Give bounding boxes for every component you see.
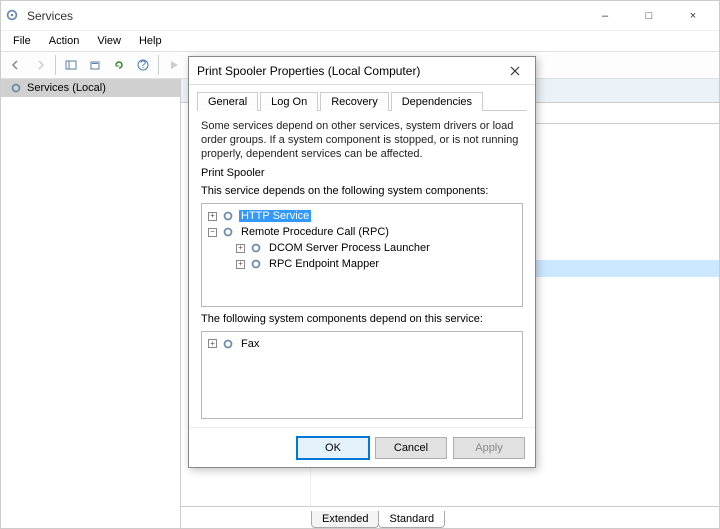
dialog-close-button[interactable] [503,61,527,81]
properties-dialog[interactable]: Print Spooler Properties (Local Computer… [188,56,536,468]
cancel-button[interactable]: Cancel [375,437,447,459]
expand-icon[interactable]: + [236,260,245,269]
gear-icon [221,225,235,239]
dependencies-description: Some services depend on other services, … [201,119,523,161]
dependents-tree[interactable]: + Fax [201,331,523,419]
minimize-button[interactable]: – [583,2,627,30]
tree-root-label: Services (Local) [27,82,106,94]
gear-icon [221,209,235,223]
svg-text:?: ? [140,59,146,71]
expand-icon[interactable]: + [208,212,217,221]
depends-on-label: This service depends on the following sy… [201,185,523,197]
apply-button[interactable]: Apply [453,437,525,459]
dialog-titlebar[interactable]: Print Spooler Properties (Local Computer… [189,57,535,85]
back-button[interactable] [5,54,27,76]
gear-icon [249,241,263,255]
dep-label: DCOM Server Process Launcher [267,242,432,254]
refresh-button[interactable] [108,54,130,76]
close-button[interactable]: × [671,2,715,30]
tab-recovery[interactable]: Recovery [320,92,388,111]
expand-icon[interactable]: + [208,339,217,348]
show-hide-button[interactable] [60,54,82,76]
tab-dependencies[interactable]: Dependencies [391,92,483,111]
maximize-button[interactable]: □ [627,2,671,30]
menu-help[interactable]: Help [131,33,170,49]
gear-icon [249,257,263,271]
dep-http-service[interactable]: + HTTP Service [206,208,518,224]
tab-logon[interactable]: Log On [260,92,318,111]
expand-icon[interactable]: + [236,244,245,253]
toolbar-separator [55,55,56,75]
ok-button[interactable]: OK [297,437,369,459]
menu-action[interactable]: Action [41,33,88,49]
dep-label: RPC Endpoint Mapper [267,258,381,270]
tab-extended[interactable]: Extended [311,511,379,528]
window-title: Services [27,9,583,23]
dep-label: Remote Procedure Call (RPC) [239,226,391,238]
dep-rpc[interactable]: − Remote Procedure Call (RPC) [206,224,518,240]
titlebar[interactable]: Services – □ × [1,1,719,31]
dep-label: HTTP Service [239,210,311,222]
export-button[interactable] [84,54,106,76]
tab-general[interactable]: General [197,92,258,111]
gear-icon [221,337,235,351]
dialog-service-name: Print Spooler [201,167,523,179]
start-button[interactable] [163,54,185,76]
bottom-tabs: Extended Standard [181,506,719,528]
dep-dcom[interactable]: + DCOM Server Process Launcher [206,240,518,256]
dep-label: Fax [239,338,261,350]
tree-services-local[interactable]: Services (Local) [1,79,180,97]
dep-fax[interactable]: + Fax [206,336,518,352]
dependents-label: The following system components depend o… [201,313,523,325]
toolbar-separator [158,55,159,75]
help-button[interactable]: ? [132,54,154,76]
dialog-tabs: General Log On Recovery Dependencies [189,85,535,110]
gear-icon [9,81,23,95]
menu-view[interactable]: View [89,33,129,49]
collapse-icon[interactable]: − [208,228,217,237]
depends-on-tree[interactable]: + HTTP Service − Remote Procedure Call (… [201,203,523,307]
dialog-title: Print Spooler Properties (Local Computer… [197,64,503,78]
tab-standard[interactable]: Standard [378,511,445,528]
menu-file[interactable]: File [5,33,39,49]
dep-rpc-endpoint[interactable]: + RPC Endpoint Mapper [206,256,518,272]
menubar: File Action View Help [1,31,719,51]
console-tree[interactable]: Services (Local) [1,79,181,528]
forward-button[interactable] [29,54,51,76]
services-icon [5,8,21,24]
dialog-buttons: OK Cancel Apply [189,427,535,467]
close-icon [510,66,520,76]
